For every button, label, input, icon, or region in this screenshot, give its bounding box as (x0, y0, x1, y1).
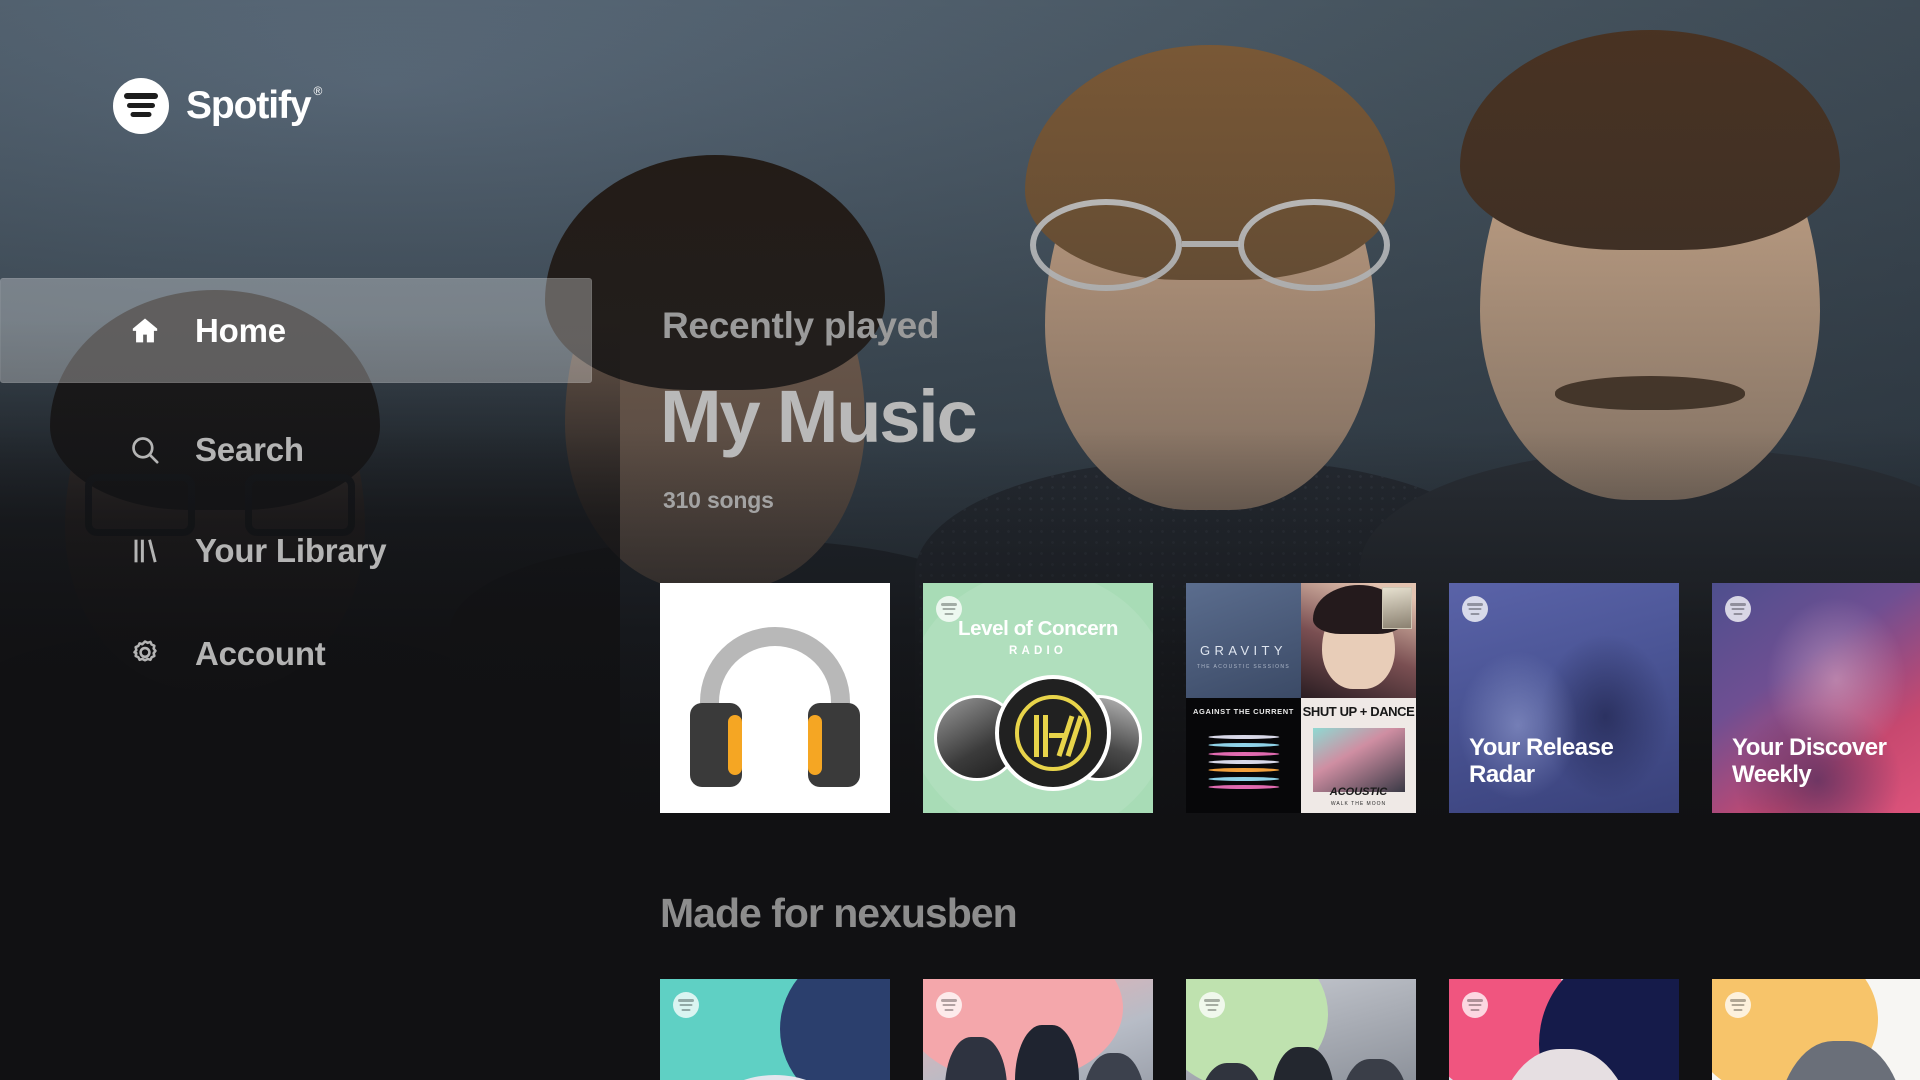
collage-quadrant-lights (1301, 583, 1416, 698)
twenty-one-pilots-logo-icon (1015, 695, 1091, 771)
sidebar-item-label: Account (195, 634, 326, 672)
spotify-badge-icon (1462, 596, 1488, 622)
album-title: AGAINST THE CURRENT (1193, 707, 1294, 717)
spotify-logo: Spotify ® (113, 78, 322, 134)
spotify-badge-icon (1462, 992, 1488, 1018)
card-daily-mix-2[interactable] (923, 979, 1153, 1080)
collage-quadrant-shut-up-and-dance: SHUT UP + DANCE ACOUSTIC WALK THE MOON (1301, 698, 1416, 813)
album-title: SHUT UP + DANCE (1302, 703, 1415, 719)
spotify-badge-icon (1725, 992, 1751, 1018)
card-subtitle: RADIO (1008, 645, 1068, 657)
recently-played-eyebrow: Recently played (662, 305, 940, 346)
sidebar-item-label: Home (195, 311, 286, 349)
card-title: Your Discover Weekly (1732, 734, 1887, 789)
album-artist: WALK THE MOON (1330, 801, 1387, 808)
spotify-badge-icon (936, 992, 962, 1018)
card-daily-mix-3[interactable] (1186, 979, 1416, 1080)
library-icon (127, 533, 163, 569)
card-daily-mix-1[interactable] (660, 979, 890, 1080)
home-icon (127, 313, 163, 349)
sidebar-item-home[interactable]: Home (0, 278, 592, 383)
sidebar-nav: Home Search Your Library Account (0, 278, 640, 706)
spotify-badge-icon (673, 992, 699, 1018)
card-title: Your Release Radar (1469, 734, 1614, 789)
card-google-play-music[interactable] (660, 583, 890, 813)
song-count: 310 songs (663, 487, 774, 513)
sidebar-item-search[interactable]: Search (0, 397, 640, 502)
card-your-discover-weekly[interactable]: Your Discover Weekly (1712, 583, 1920, 813)
spotify-logo-icon (113, 78, 169, 134)
album-subtitle: THE ACOUSTIC SESSIONS (1196, 663, 1291, 670)
collage-quadrant-gravity: GRAVITY THE ACOUSTIC SESSIONS (1186, 583, 1301, 698)
sidebar-item-your-library[interactable]: Your Library (0, 498, 640, 603)
search-icon (127, 432, 163, 468)
section-title-made-for: Made for nexusben (660, 890, 1018, 936)
spotify-badge-icon (1199, 992, 1225, 1018)
album-title: GRAVITY (1200, 642, 1287, 658)
card-level-of-concern-radio[interactable]: Level of Concern RADIO (923, 583, 1153, 813)
spotify-badge-icon (1725, 596, 1751, 622)
page-title: My Music (660, 375, 978, 458)
card-daily-mix-4[interactable] (1449, 979, 1679, 1080)
sidebar-item-account[interactable]: Account (0, 601, 640, 706)
spotify-app-window: Spotify ® Home Search Your Library Accou… (0, 0, 1920, 1080)
spotify-wordmark: Spotify (186, 84, 312, 127)
card-daily-mix-5[interactable] (1712, 979, 1920, 1080)
sidebar-item-label: Search (195, 430, 304, 468)
collage-quadrant-against-the-current: AGAINST THE CURRENT (1186, 698, 1301, 813)
trademark-symbol: ® (313, 84, 322, 98)
sidebar: Spotify ® Home Search Your Library Accou… (0, 0, 640, 1080)
main-content: Recently played My Music 310 songs Level… (660, 0, 1920, 1080)
made-for-row[interactable] (660, 979, 1920, 1080)
gear-icon (127, 636, 163, 672)
card-your-release-radar[interactable]: Your Release Radar (1449, 583, 1679, 813)
card-album-collage[interactable]: GRAVITY THE ACOUSTIC SESSIONS AGAINST TH… (1186, 583, 1416, 813)
recently-played-row[interactable]: Level of Concern RADIO GRAVITY THE ACOUS… (660, 583, 1920, 813)
artist-thumb-center (995, 675, 1111, 791)
card-title: Level of Concern (958, 617, 1118, 640)
sidebar-item-label: Your Library (195, 531, 387, 569)
album-subtitle: ACOUSTIC (1329, 786, 1388, 799)
